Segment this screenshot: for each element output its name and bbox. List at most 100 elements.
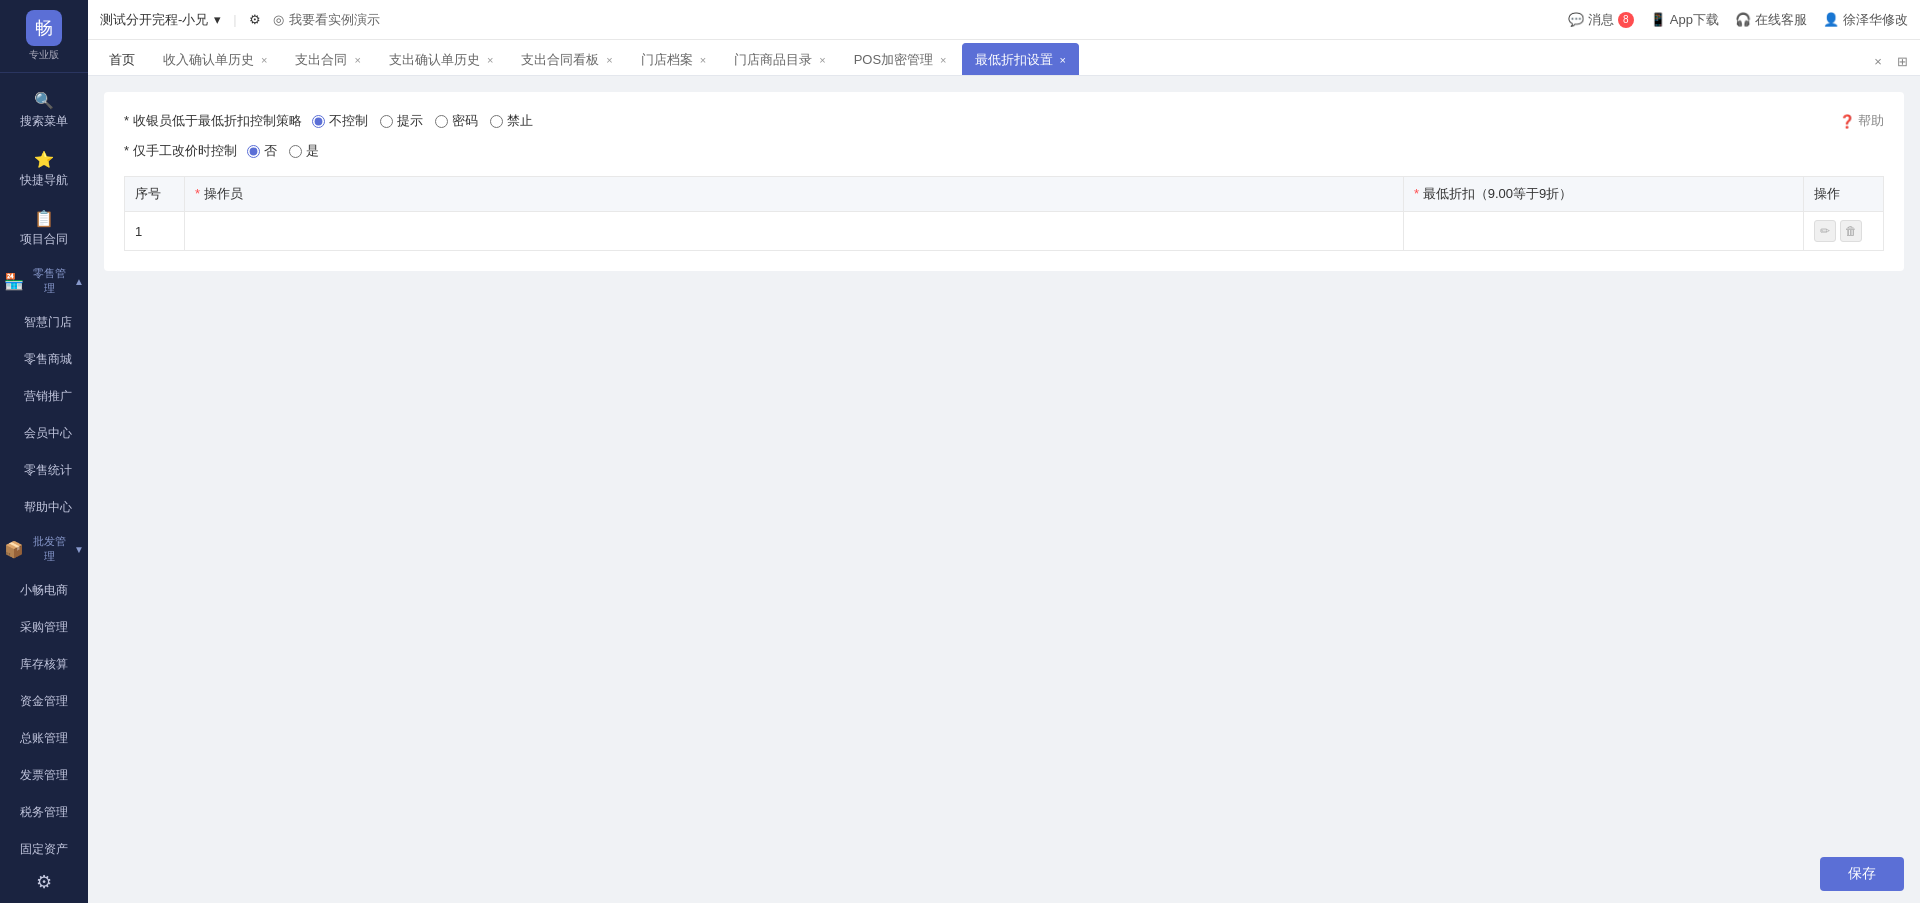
tab-store-file-label: 门店档案 — [641, 51, 693, 69]
sidebar-item-search[interactable]: 🔍 搜索菜单 — [0, 81, 88, 140]
sidebar-logo: 畅 专业版 — [0, 0, 88, 73]
content-footer: 保存 — [88, 845, 1920, 903]
tab-store-file[interactable]: 门店档案 × — [628, 43, 719, 75]
tabbar: 首页 收入确认单历史 × 支出合同 × 支出确认单历史 × 支出合同看板 × 门… — [88, 40, 1920, 76]
radio-manual-no[interactable]: 否 — [247, 142, 277, 160]
sidebar-item-retail-mgmt[interactable]: 🏪 零售管理 ▲ — [0, 258, 88, 304]
radio-password-input[interactable] — [435, 115, 448, 128]
radio-forbid[interactable]: 禁止 — [490, 112, 533, 130]
sidebar-item-purchase-label: 采购管理 — [20, 619, 68, 636]
sidebar-item-smart-store-label: 智慧门店 — [24, 314, 72, 331]
tab-income-history[interactable]: 收入确认单历史 × — [150, 43, 280, 75]
sidebar-item-project-label: 项目合同 — [20, 231, 68, 248]
tab-store-product-close[interactable]: × — [819, 54, 825, 66]
tab-pay-contract-close[interactable]: × — [354, 54, 360, 66]
th-operator-required: * — [195, 186, 204, 201]
box-icon: 📦 — [4, 540, 24, 559]
sidebar-item-ecommerce[interactable]: 小畅电商 — [0, 572, 88, 609]
online-service-button[interactable]: 🎧 在线客服 — [1735, 11, 1807, 29]
sidebar-item-search-label: 搜索菜单 — [20, 113, 68, 130]
project-selector[interactable]: 测试分开完程-小兄 ▾ — [100, 11, 221, 29]
help-link[interactable]: ❓ 帮助 — [1839, 112, 1884, 130]
radio-password[interactable]: 密码 — [435, 112, 478, 130]
sidebar-item-retail-stats[interactable]: 零售统计 — [0, 452, 88, 489]
radio-manual-no-label: 否 — [264, 142, 277, 160]
sidebar-item-accounting[interactable]: 总账管理 — [0, 720, 88, 757]
user-profile-button[interactable]: 👤 徐泽华修改 — [1823, 11, 1908, 29]
tab-pay-contract[interactable]: 支出合同 × — [282, 43, 373, 75]
action-icons: ✏ 🗑 — [1814, 220, 1873, 242]
row-edit-button[interactable]: ✏ — [1814, 220, 1836, 242]
radio-manual-yes[interactable]: 是 — [289, 142, 319, 160]
sidebar-item-accounting-label: 总账管理 — [20, 730, 68, 747]
messages-button[interactable]: 💬 消息 8 — [1568, 11, 1634, 29]
sidebar-item-wholesale-mgmt[interactable]: 📦 批发管理 ▼ — [0, 526, 88, 572]
tab-pay-contract-board-close[interactable]: × — [606, 54, 612, 66]
tab-pos-password[interactable]: POS加密管理 × — [841, 43, 960, 75]
user-name: 徐泽华修改 — [1843, 11, 1908, 29]
form-section: * 收银员低于最低折扣控制策略 不控制 提示 密码 — [124, 112, 1884, 160]
message-icon: 💬 — [1568, 12, 1584, 27]
sidebar-item-tax-label: 税务管理 — [20, 804, 68, 821]
sidebar-item-smart-store[interactable]: 智慧门店 — [0, 304, 88, 341]
store-icon: 🏪 — [4, 272, 24, 291]
demo-circle-icon: ◎ — [273, 12, 284, 27]
tab-pos-password-label: POS加密管理 — [854, 51, 933, 69]
tab-income-history-label: 收入确认单历史 — [163, 51, 254, 69]
save-button[interactable]: 保存 — [1820, 857, 1904, 891]
project-dropdown-icon: ▾ — [214, 12, 221, 27]
project-name: 测试分开完程-小兄 — [100, 11, 208, 29]
sidebar-item-project-contract[interactable]: 📋 项目合同 — [0, 199, 88, 258]
row-delete-button[interactable]: 🗑 — [1840, 220, 1862, 242]
radio-hint[interactable]: 提示 — [380, 112, 423, 130]
tab-income-history-close[interactable]: × — [261, 54, 267, 66]
settings-gear[interactable]: ⚙ — [249, 12, 261, 27]
sidebar-item-ecommerce-label: 小畅电商 — [20, 582, 68, 599]
radio-forbid-input[interactable] — [490, 115, 503, 128]
app-download-button[interactable]: 📱 App下载 — [1650, 11, 1719, 29]
sidebar-item-help-center[interactable]: 帮助中心 — [0, 489, 88, 526]
sidebar-settings[interactable]: ⚙ — [0, 861, 88, 903]
sidebar-item-inventory-label: 库存核算 — [20, 656, 68, 673]
radio-no-control-input[interactable] — [312, 115, 325, 128]
sidebar-item-quick-nav[interactable]: ⭐ 快捷导航 — [0, 140, 88, 199]
sidebar-item-help-label: 帮助中心 — [24, 499, 72, 516]
radio-no-control[interactable]: 不控制 — [312, 112, 368, 130]
sidebar-item-purchase[interactable]: 采购管理 — [0, 609, 88, 646]
sidebar-item-fixed-assets-label: 固定资产 — [20, 841, 68, 858]
content-card: * 收银员低于最低折扣控制策略 不控制 提示 密码 — [104, 92, 1904, 271]
sidebar-item-invoice[interactable]: 发票管理 — [0, 757, 88, 794]
sidebar-item-marketing[interactable]: 营销推广 — [0, 378, 88, 415]
tab-store-file-close[interactable]: × — [700, 54, 706, 66]
tab-pos-password-close[interactable]: × — [940, 54, 946, 66]
radio-manual-yes-input[interactable] — [289, 145, 302, 158]
tab-store-product[interactable]: 门店商品目录 × — [721, 43, 838, 75]
sidebar-item-member-center[interactable]: 会员中心 — [0, 415, 88, 452]
topbar: 测试分开完程-小兄 ▾ | ⚙ ◎ 我要看实例演示 💬 消息 8 📱 App下载… — [88, 0, 1920, 40]
tab-pay-contract-board[interactable]: 支出合同看板 × — [508, 43, 625, 75]
sidebar-item-finance[interactable]: 资金管理 — [0, 683, 88, 720]
gear-icon: ⚙ — [249, 12, 261, 27]
messages-label: 消息 — [1588, 11, 1614, 29]
demo-link[interactable]: ◎ 我要看实例演示 — [273, 11, 380, 29]
form-row-manual: * 仅手工改价时控制 否 是 — [124, 142, 1884, 160]
headset-icon: 🎧 — [1735, 12, 1751, 27]
sidebar-item-inventory[interactable]: 库存核算 — [0, 646, 88, 683]
topbar-divider: | — [233, 12, 236, 27]
sidebar-item-retail-mall-label: 零售商城 — [24, 351, 72, 368]
tab-min-discount-close[interactable]: × — [1060, 54, 1066, 66]
tab-more-options[interactable]: ⊞ — [1892, 51, 1912, 71]
sidebar-item-fixed-assets[interactable]: 固定资产 — [0, 831, 88, 861]
strategy-label: * 收银员低于最低折扣控制策略 — [124, 112, 302, 130]
tab-pay-confirm-history[interactable]: 支出确认单历史 × — [376, 43, 506, 75]
sidebar-item-quick-nav-label: 快捷导航 — [20, 172, 68, 189]
sidebar-item-tax[interactable]: 税务管理 — [0, 794, 88, 831]
strategy-radio-group: 不控制 提示 密码 禁止 — [312, 112, 533, 130]
tab-close-all[interactable]: × — [1868, 51, 1888, 71]
tab-home[interactable]: 首页 — [96, 43, 148, 75]
radio-manual-no-input[interactable] — [247, 145, 260, 158]
tab-pay-confirm-close[interactable]: × — [487, 54, 493, 66]
tab-min-discount[interactable]: 最低折扣设置 × — [962, 43, 1079, 75]
radio-hint-input[interactable] — [380, 115, 393, 128]
sidebar-item-retail-mall[interactable]: 零售商城 — [0, 341, 88, 378]
